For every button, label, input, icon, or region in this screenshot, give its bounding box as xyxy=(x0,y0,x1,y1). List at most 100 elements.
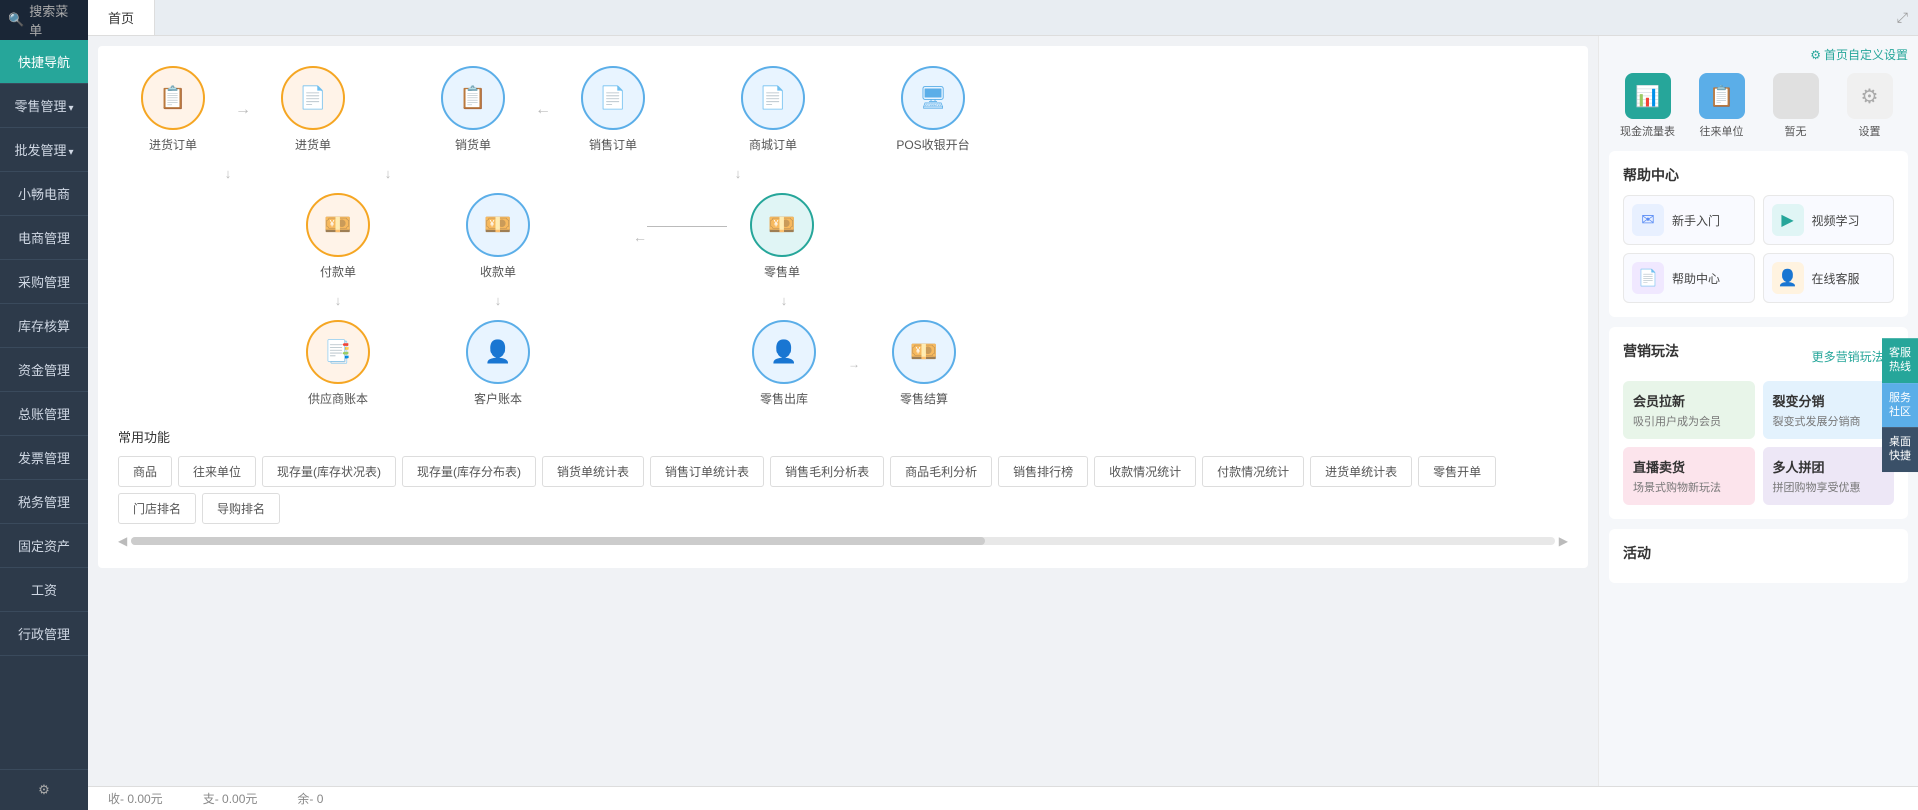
customize-setting[interactable]: ⚙ 首页自定义设置 xyxy=(1810,46,1908,63)
help-item-service[interactable]: 👤 在线客服 xyxy=(1763,253,1895,303)
help-icon-service: 👤 xyxy=(1772,262,1804,294)
func-btn-销售排行榜[interactable]: 销售排行榜 xyxy=(998,456,1088,487)
help-label-help: 帮助中心 xyxy=(1672,270,1720,287)
sidebar-item-ecom[interactable]: 电商管理 xyxy=(0,216,88,260)
func-btn-销售订单统计表[interactable]: 销售订单统计表 xyxy=(650,456,764,487)
sidebar-item-purchase[interactable]: 采购管理 xyxy=(0,260,88,304)
help-item-video[interactable]: ▶ 视频学习 xyxy=(1763,195,1895,245)
circle-pos: 🖥 xyxy=(901,66,965,130)
sidebar-item-salary[interactable]: 工资 xyxy=(0,568,88,612)
shortcut-icon-none xyxy=(1773,73,1819,119)
shortcut-cashflow[interactable]: 📊 现金流量表 xyxy=(1616,73,1680,139)
settings-button[interactable]: ⚙ xyxy=(0,769,88,810)
tab-home[interactable]: 首页 xyxy=(88,0,155,35)
shortcut-none[interactable]: 暂无 xyxy=(1764,73,1828,139)
common-func-title: 常用功能 xyxy=(118,427,1568,446)
expand-icon[interactable]: ⤢ xyxy=(1897,9,1908,25)
marketing-title-member: 会员拉新 xyxy=(1633,391,1745,410)
tab-bar-right: ⤢ xyxy=(1897,9,1918,26)
marketing-item-member[interactable]: 会员拉新 吸引用户成为会员 xyxy=(1623,381,1755,439)
help-icon-video: ▶ xyxy=(1772,204,1804,236)
bottom-bar: 收- 0.00元 支- 0.00元 余- 0 xyxy=(88,786,1918,810)
func-btn-收款情况统计[interactable]: 收款情况统计 xyxy=(1094,456,1196,487)
marketing-title: 营销玩法 xyxy=(1623,341,1679,361)
func-btn-门店排名[interactable]: 门店排名 xyxy=(118,493,196,524)
marketing-title-fission: 裂变分销 xyxy=(1773,391,1885,410)
sidebar-label-purchase: 采购管理 xyxy=(18,275,70,290)
func-btn-商品[interactable]: 商品 xyxy=(118,456,172,487)
scroll-right[interactable]: ▶ xyxy=(1559,534,1568,548)
right-panel: ⚙ 首页自定义设置 📊 现金流量表 📋 往来单位 暂无 ⚙ 设置 帮助中心 ✉ … xyxy=(1598,36,1918,786)
shortcut-label-settings: 设置 xyxy=(1859,123,1881,139)
sidebar-item-finance[interactable]: 资金管理 xyxy=(0,348,88,392)
func-btn-零售开单[interactable]: 零售开单 xyxy=(1418,456,1496,487)
node-retail-settle[interactable]: 💴 零售结算 xyxy=(869,320,979,407)
flow-diagram: 📋 进货订单 📄 进货单 📋 销货单 xyxy=(118,66,1568,407)
shortcut-label-contacts: 往来单位 xyxy=(1700,123,1744,139)
float-btn-desktop[interactable]: 桌面 快捷 xyxy=(1882,427,1918,472)
circle-purchase-order: 📋 xyxy=(141,66,205,130)
sidebar-item-retail[interactable]: 零售管理▾ xyxy=(0,84,88,128)
shortcut-settings[interactable]: ⚙ 设置 xyxy=(1838,73,1902,139)
arrow-2 xyxy=(528,101,558,119)
activity-card: 活动 xyxy=(1609,529,1908,583)
shortcut-contacts[interactable]: 📋 往来单位 xyxy=(1690,73,1754,139)
shortcuts-bar: ⚙ 首页自定义设置 xyxy=(1609,46,1908,63)
float-btn-hotline[interactable]: 客服 热线 xyxy=(1882,338,1918,383)
sidebar-item-tax[interactable]: 税务管理 xyxy=(0,480,88,524)
node-sale-bill[interactable]: 📋 销货单 xyxy=(418,66,528,153)
func-btn-往来单位[interactable]: 往来单位 xyxy=(178,456,256,487)
help-grid: ✉ 新手入门 ▶ 视频学习 📄 帮助中心 👤 在线客服 xyxy=(1623,195,1894,303)
node-sale-order[interactable]: 📄 销售订单 xyxy=(558,66,668,153)
sidebar-item-fixed[interactable]: 固定资产 xyxy=(0,524,88,568)
marketing-title-live: 直播卖货 xyxy=(1633,457,1745,476)
tab-bar: 首页 ⤢ xyxy=(88,0,1918,36)
marketing-item-live[interactable]: 直播卖货 场景式购物新玩法 xyxy=(1623,447,1755,505)
sidebar-item-quick[interactable]: 快捷导航 xyxy=(0,40,88,84)
sidebar-item-other[interactable]: 行政管理 xyxy=(0,612,88,656)
func-btn-商品毛利分析[interactable]: 商品毛利分析 xyxy=(890,456,992,487)
sidebar-item-wholesale[interactable]: 批发管理▾ xyxy=(0,128,88,172)
sidebar-label-other: 行政管理 xyxy=(18,627,70,642)
search-menu[interactable]: 🔍 搜索菜单 xyxy=(0,0,88,40)
sidebar-item-inventory[interactable]: 库存核算 xyxy=(0,304,88,348)
marketing-item-fission[interactable]: 裂变分销 裂变式发展分销商 xyxy=(1763,381,1895,439)
node-purchase-order[interactable]: 📋 进货订单 xyxy=(118,66,228,153)
node-supplier-ledger[interactable]: 📑 供应商账本 xyxy=(283,320,393,407)
node-mall-order[interactable]: 📄 商城订单 xyxy=(718,66,828,153)
bottom-item-3: 余- 0 xyxy=(297,790,323,807)
circle-sale-bill: 📋 xyxy=(441,66,505,130)
help-label-beginner: 新手入门 xyxy=(1672,212,1720,229)
node-customer-ledger[interactable]: 👤 客户账本 xyxy=(443,320,553,407)
shortcut-label-none: 暂无 xyxy=(1785,123,1807,139)
circle-mall-order: 📄 xyxy=(741,66,805,130)
node-receipt[interactable]: 💴 收款单 xyxy=(443,193,553,280)
scroll-left[interactable]: ◀ xyxy=(118,534,127,548)
func-btn-销货单统计表[interactable]: 销货单统计表 xyxy=(542,456,644,487)
help-item-beginner[interactable]: ✉ 新手入门 xyxy=(1623,195,1755,245)
node-payment[interactable]: 💴 付款单 xyxy=(283,193,393,280)
help-label-video: 视频学习 xyxy=(1812,212,1860,229)
func-btn-销售毛利分析表[interactable]: 销售毛利分析表 xyxy=(770,456,884,487)
circle-retail-out: 👤 xyxy=(752,320,816,384)
node-retail-out[interactable]: 👤 零售出库 xyxy=(729,320,839,407)
node-pos[interactable]: 🖥 POS收银开台 xyxy=(878,66,988,153)
func-btn-付款情况统计[interactable]: 付款情况统计 xyxy=(1202,456,1304,487)
sidebar-item-invoice[interactable]: 发票管理 xyxy=(0,436,88,480)
marketing-item-group[interactable]: 多人拼团 拼团购物享受优惠 xyxy=(1763,447,1895,505)
sidebar-item-ledger[interactable]: 总账管理 xyxy=(0,392,88,436)
scroll-thumb xyxy=(131,537,985,545)
float-btn-community[interactable]: 服务 社区 xyxy=(1882,383,1918,428)
node-retail-bill[interactable]: 💴 零售单 xyxy=(727,193,837,280)
help-item-help[interactable]: 📄 帮助中心 xyxy=(1623,253,1755,303)
sidebar-item-ecom-small[interactable]: 小畅电商 xyxy=(0,172,88,216)
node-purchase-bill[interactable]: 📄 进货单 xyxy=(258,66,368,153)
shortcut-icons-row: 📊 现金流量表 📋 往来单位 暂无 ⚙ 设置 xyxy=(1609,73,1908,139)
func-btn-现存量(库存分布表)[interactable]: 现存量(库存分布表) xyxy=(402,456,536,487)
scroll-track[interactable] xyxy=(131,537,1555,545)
help-center-title: 帮助中心 xyxy=(1623,165,1894,185)
func-btn-现存量(库存状况表)[interactable]: 现存量(库存状况表) xyxy=(262,456,396,487)
func-grid: 商品往来单位现存量(库存状况表)现存量(库存分布表)销货单统计表销售订单统计表销… xyxy=(118,456,1568,524)
func-btn-导购排名[interactable]: 导购排名 xyxy=(202,493,280,524)
func-btn-进货单统计表[interactable]: 进货单统计表 xyxy=(1310,456,1412,487)
